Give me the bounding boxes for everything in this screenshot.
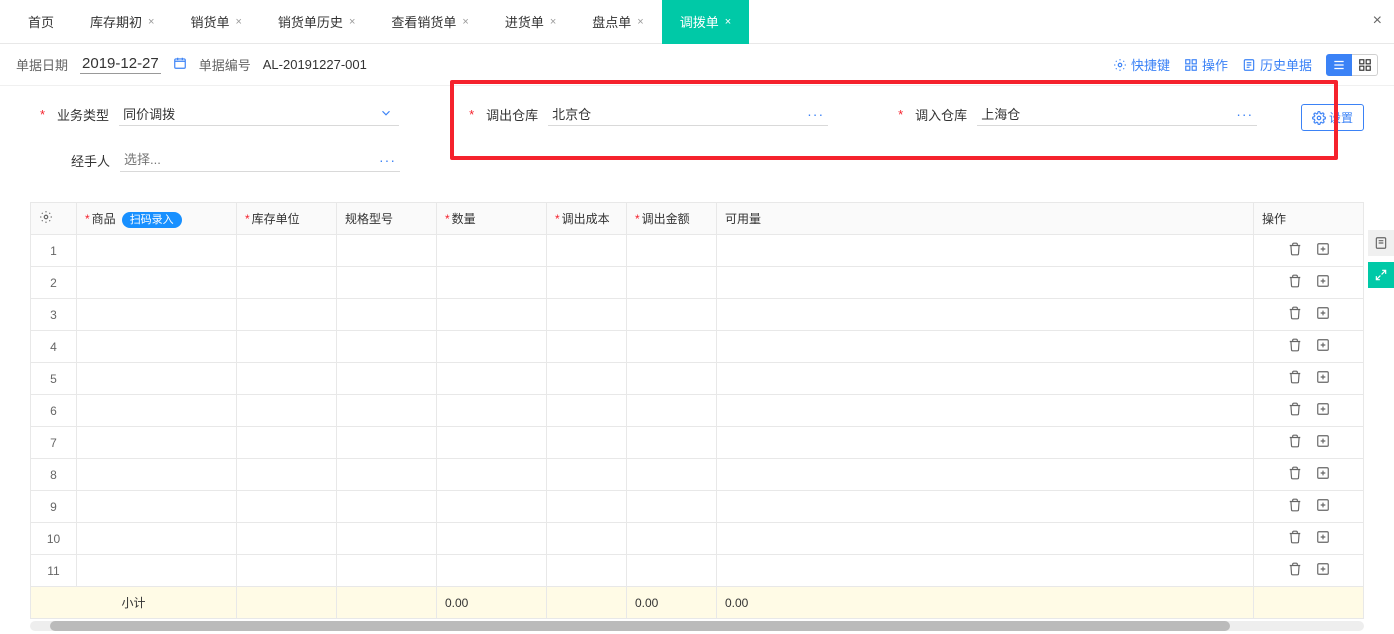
delete-row-icon[interactable] (1288, 306, 1302, 323)
table-row[interactable]: 2 (31, 267, 1364, 299)
tab-purchase[interactable]: 进货单× (487, 0, 574, 44)
col-operate: 操作 (1254, 203, 1364, 235)
close-icon[interactable]: × (349, 16, 355, 28)
side-expand-button[interactable] (1368, 262, 1394, 288)
add-row-icon[interactable] (1316, 466, 1330, 483)
date-value[interactable]: 2019-12-27 (80, 55, 161, 74)
view-grid-button[interactable] (1352, 54, 1378, 76)
date-label: 单据日期 (16, 55, 68, 74)
add-row-icon[interactable] (1316, 306, 1330, 323)
table-row[interactable]: 5 (31, 363, 1364, 395)
biz-type-label: 业务类型 (49, 105, 109, 124)
items-table: *商品扫码录入 *库存单位 规格型号 *数量 *调出成本 *调出金额 可用量 操… (30, 202, 1364, 619)
col-available: 可用量 (717, 203, 1254, 235)
docno-label: 单据编号 (199, 55, 251, 74)
form-area: * 业务类型 * 调出仓库 ··· * 调入仓库 ··· 经手人 ··· 设置 (0, 86, 1394, 202)
table-row[interactable]: 11 (31, 555, 1364, 587)
required-icon: * (898, 107, 903, 122)
add-row-icon[interactable] (1316, 498, 1330, 515)
close-icon[interactable]: × (550, 16, 556, 28)
close-icon[interactable]: × (235, 16, 241, 28)
history-link[interactable]: 历史单据 (1242, 55, 1312, 74)
table-row[interactable]: 10 (31, 523, 1364, 555)
col-qty: *数量 (437, 203, 547, 235)
tabs-bar: 首页 库存期初× 销货单× 销货单历史× 查看销货单× 进货单× 盘点单× 调拨… (0, 0, 1394, 44)
delete-row-icon[interactable] (1288, 402, 1302, 419)
horizontal-scrollbar[interactable] (30, 621, 1364, 631)
tab-sales-order[interactable]: 销货单× (172, 0, 259, 44)
tab-sales-history[interactable]: 销货单历史× (260, 0, 373, 44)
col-spec: 规格型号 (337, 203, 437, 235)
delete-row-icon[interactable] (1288, 498, 1302, 515)
more-icon[interactable]: ··· (379, 152, 396, 168)
handler-label: 经手人 (50, 151, 110, 170)
close-icon[interactable]: × (637, 16, 643, 28)
delete-row-icon[interactable] (1288, 370, 1302, 387)
add-row-icon[interactable] (1316, 274, 1330, 291)
add-row-icon[interactable] (1316, 530, 1330, 547)
delete-row-icon[interactable] (1288, 242, 1302, 259)
add-row-icon[interactable] (1316, 370, 1330, 387)
add-row-icon[interactable] (1316, 562, 1330, 579)
col-out-cost: *调出成本 (547, 203, 627, 235)
delete-row-icon[interactable] (1288, 338, 1302, 355)
more-icon[interactable]: ··· (807, 106, 824, 122)
table-row[interactable]: 3 (31, 299, 1364, 331)
tab-stocktake[interactable]: 盘点单× (574, 0, 661, 44)
table-row[interactable]: 4 (31, 331, 1364, 363)
table-row[interactable]: 9 (31, 491, 1364, 523)
delete-row-icon[interactable] (1288, 274, 1302, 291)
tab-view-sales[interactable]: 查看销货单× (373, 0, 486, 44)
close-icon[interactable]: × (148, 16, 154, 28)
side-float (1368, 230, 1394, 288)
col-unit: *库存单位 (237, 203, 337, 235)
shortcut-link[interactable]: 快捷键 (1113, 55, 1170, 74)
table-row[interactable]: 8 (31, 459, 1364, 491)
gear-header[interactable] (31, 203, 77, 235)
add-row-icon[interactable] (1316, 338, 1330, 355)
in-wh-label: 调入仓库 (907, 105, 967, 124)
table-row[interactable]: 6 (31, 395, 1364, 427)
table-row[interactable]: 7 (31, 427, 1364, 459)
settings-button[interactable]: 设置 (1301, 104, 1364, 131)
out-warehouse-input[interactable] (548, 102, 828, 126)
calendar-icon[interactable] (173, 56, 187, 73)
out-wh-label: 调出仓库 (478, 105, 538, 124)
required-icon: * (40, 107, 45, 122)
in-warehouse-input[interactable] (977, 102, 1257, 126)
close-all-icon[interactable]: × (1373, 12, 1382, 30)
table-container: *商品扫码录入 *库存单位 规格型号 *数量 *调出成本 *调出金额 可用量 操… (0, 202, 1394, 619)
required-icon: * (469, 107, 474, 122)
tab-inventory-init[interactable]: 库存期初× (72, 0, 172, 44)
handler-input[interactable] (120, 148, 400, 172)
scan-badge[interactable]: 扫码录入 (122, 212, 182, 228)
side-note-button[interactable] (1368, 230, 1394, 256)
close-icon[interactable]: × (462, 16, 468, 28)
docno-value: AL-20191227-001 (263, 57, 367, 72)
more-icon[interactable]: ··· (1236, 106, 1253, 122)
delete-row-icon[interactable] (1288, 562, 1302, 579)
add-row-icon[interactable] (1316, 402, 1330, 419)
subtotal-row: 小计 0.00 0.00 0.00 (31, 587, 1364, 619)
add-row-icon[interactable] (1316, 434, 1330, 451)
view-toggle (1326, 54, 1378, 76)
operate-link[interactable]: 操作 (1184, 55, 1228, 74)
tab-home[interactable]: 首页 (10, 0, 72, 44)
view-list-button[interactable] (1326, 54, 1352, 76)
col-out-amount: *调出金额 (627, 203, 717, 235)
tab-transfer[interactable]: 调拨单× (662, 0, 749, 44)
delete-row-icon[interactable] (1288, 434, 1302, 451)
delete-row-icon[interactable] (1288, 530, 1302, 547)
add-row-icon[interactable] (1316, 242, 1330, 259)
toolbar: 单据日期 2019-12-27 单据编号 AL-20191227-001 快捷键… (0, 44, 1394, 86)
close-icon[interactable]: × (725, 16, 731, 28)
chevron-down-icon[interactable] (379, 106, 393, 123)
delete-row-icon[interactable] (1288, 466, 1302, 483)
col-product: *商品扫码录入 (77, 203, 237, 235)
table-row[interactable]: 1 (31, 235, 1364, 267)
biz-type-input[interactable] (119, 102, 399, 126)
